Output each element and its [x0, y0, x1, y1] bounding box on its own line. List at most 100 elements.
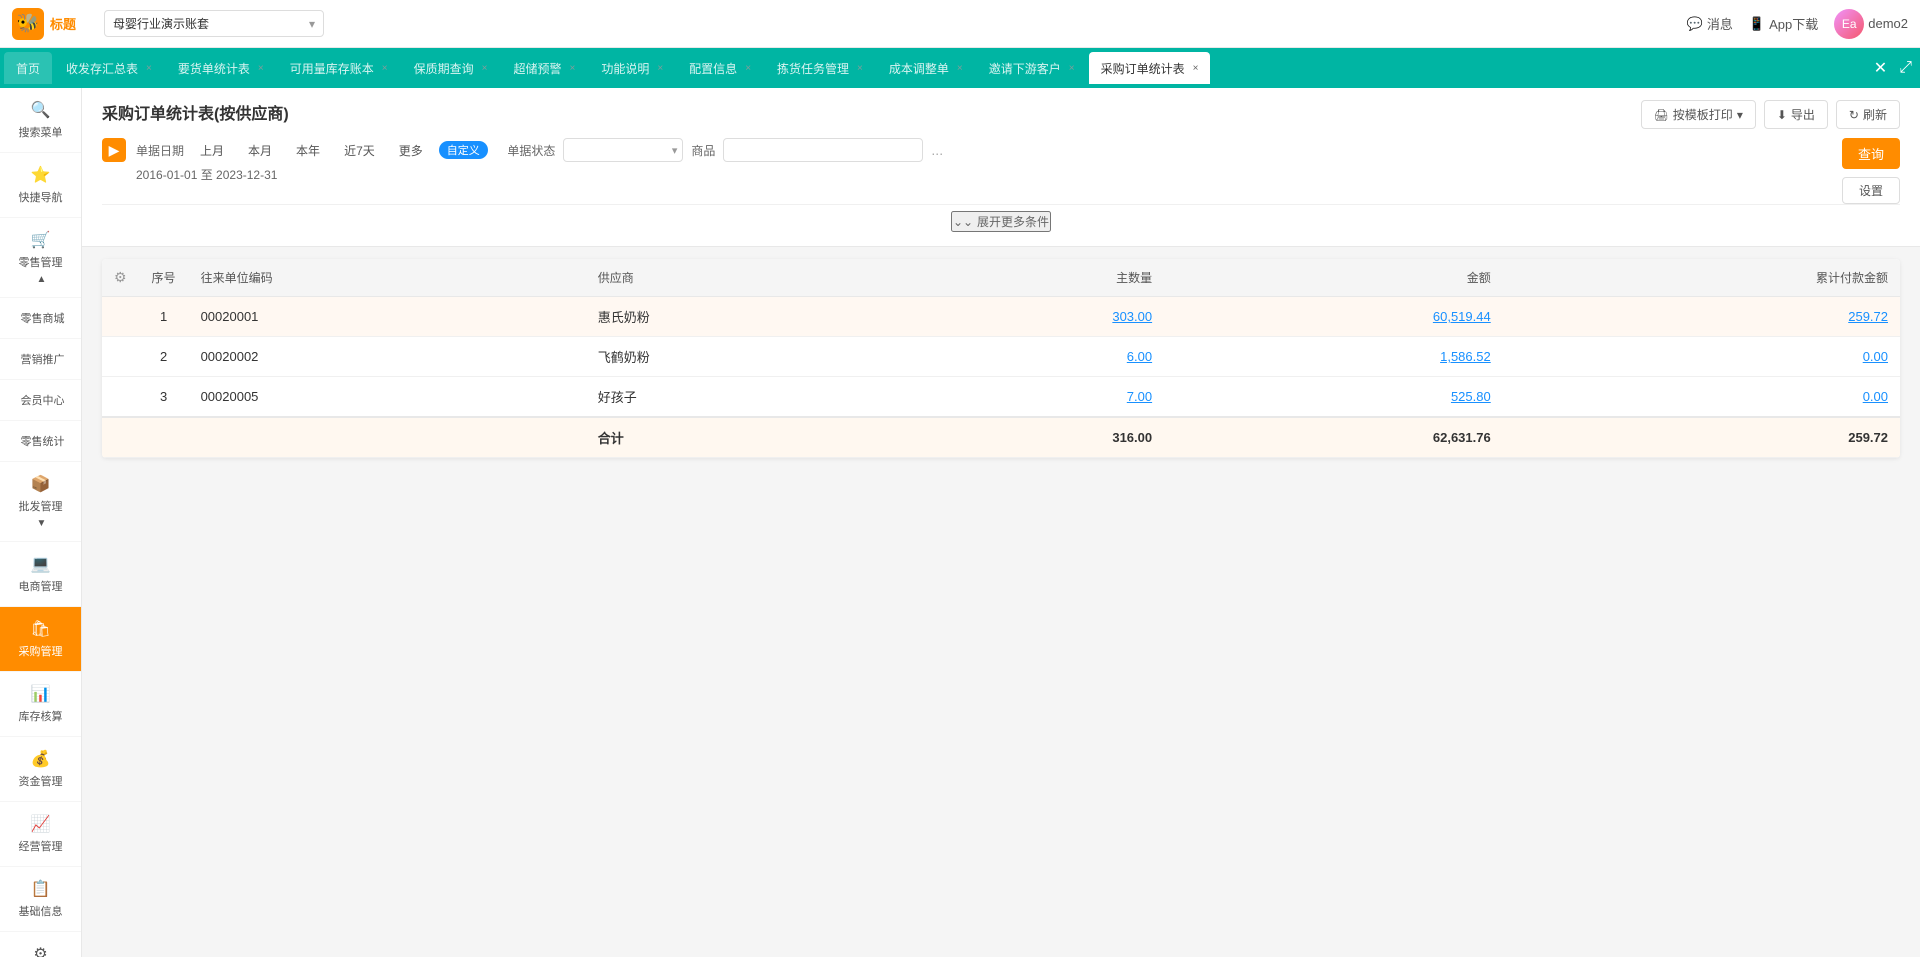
- tab-gongneng-label: 功能说明: [601, 60, 649, 77]
- sidebar-item-ecom[interactable]: 💻 电商管理: [0, 542, 81, 607]
- row1-supplier: 惠氏奶粉: [586, 297, 901, 337]
- tab-yaohuo-close[interactable]: ×: [258, 63, 264, 74]
- sidebar-item-member[interactable]: 会员中心: [0, 380, 81, 421]
- column-settings-icon[interactable]: ⚙: [114, 269, 127, 285]
- row3-paid[interactable]: 0.00: [1863, 389, 1888, 404]
- top-bar: 🐝 标题 母婴行业演示账套 ▾ 💬 消息 📱 App下载 Ea demo2: [0, 0, 1920, 48]
- expand-more-btn[interactable]: ⌄⌄ 展开更多条件: [951, 211, 1051, 232]
- sidebar-item-finance[interactable]: 💰 资金管理: [0, 737, 81, 802]
- row2-num: 2: [139, 337, 189, 377]
- app-download-btn[interactable]: 📱 App下载: [1749, 14, 1818, 33]
- tab-yaoqing-close[interactable]: ×: [1069, 63, 1075, 74]
- print-btn[interactable]: 🖨 按模板打印 ▾: [1641, 100, 1756, 129]
- row3-amount[interactable]: 525.80: [1451, 389, 1491, 404]
- finance-icon: 💰: [31, 749, 51, 769]
- goods-input[interactable]: [723, 138, 923, 162]
- tab-peizhi-close[interactable]: ×: [745, 63, 751, 74]
- goods-more-dots[interactable]: ...: [931, 142, 943, 158]
- export-btn[interactable]: ⬇ 导出: [1764, 100, 1828, 129]
- row2-amount[interactable]: 1,586.52: [1440, 349, 1491, 364]
- message-btn[interactable]: 💬 消息: [1687, 14, 1733, 33]
- workspace-selector[interactable]: 母婴行业演示账套 ▾: [104, 10, 324, 37]
- tab-kuyong-close[interactable]: ×: [382, 63, 388, 74]
- sidebar-item-operation[interactable]: 📈 经营管理: [0, 802, 81, 867]
- tab-home[interactable]: 首页: [4, 52, 52, 84]
- sidebar-item-retailstat[interactable]: 零售统计: [0, 421, 81, 462]
- expand-more-row: ⌄⌄ 展开更多条件: [102, 204, 1900, 238]
- tab-yaoqing[interactable]: 邀请下游客户 ×: [977, 52, 1087, 84]
- inventory-icon: 📊: [31, 684, 51, 704]
- sidebar-item-retailmall[interactable]: 零售商城: [0, 298, 81, 339]
- tab-gongneng[interactable]: 功能说明 ×: [589, 52, 675, 84]
- wholesale-icon: 📦: [31, 474, 51, 494]
- date-btn-7days[interactable]: 近7天: [336, 140, 383, 161]
- sidebar-item-search[interactable]: 🔍 搜索菜单: [0, 88, 81, 153]
- row3-qty[interactable]: 7.00: [1127, 389, 1152, 404]
- date-btn-more[interactable]: 更多: [391, 140, 431, 161]
- message-label: 消息: [1707, 14, 1733, 33]
- row1-qty[interactable]: 303.00: [1112, 309, 1152, 324]
- row1-paid[interactable]: 259.72: [1848, 309, 1888, 324]
- tab-chengben-close[interactable]: ×: [957, 63, 963, 74]
- table-row[interactable]: 3 00020005 好孩子 7.00 525.80 0.00: [102, 377, 1900, 418]
- user-area[interactable]: Ea demo2: [1834, 9, 1908, 39]
- custom-date-badge[interactable]: 自定义: [439, 141, 488, 159]
- sidebar-item-basic[interactable]: 📋 基础信息: [0, 867, 81, 932]
- sidebar-quicknav-label: 快捷导航: [19, 189, 63, 205]
- tab-chaochu-close[interactable]: ×: [569, 63, 575, 74]
- tab-chaochu[interactable]: 超储预警 ×: [501, 52, 587, 84]
- wholesale-arrow: ▼: [37, 518, 47, 529]
- wholesale-label: 批发管理: [19, 498, 63, 514]
- tab-baozhi[interactable]: 保质期查询 ×: [402, 52, 500, 84]
- status-select[interactable]: [563, 138, 683, 162]
- refresh-btn[interactable]: ↻ 刷新: [1836, 100, 1900, 129]
- retail-icon: 🛒: [31, 230, 51, 250]
- row2-paid[interactable]: 0.00: [1863, 349, 1888, 364]
- col-paid-header: 累计付款金额: [1503, 259, 1900, 297]
- tab-gongneng-close[interactable]: ×: [657, 63, 663, 74]
- basic-label: 基础信息: [19, 903, 63, 919]
- sidebar-item-retail[interactable]: 🛒 零售管理 ▲: [0, 218, 81, 298]
- footer-amount: 62,631.76: [1164, 417, 1503, 458]
- tab-baozhi-close[interactable]: ×: [482, 63, 488, 74]
- tab-yaoqing-label: 邀请下游客户: [989, 60, 1061, 77]
- tab-kuyong[interactable]: 可用量库存账本 ×: [278, 52, 400, 84]
- sidebar: 🔍 搜索菜单 ⭐ 快捷导航 🛒 零售管理 ▲ 零售商城 营销推广 会员中心 零售…: [0, 88, 82, 957]
- row2-qty[interactable]: 6.00: [1127, 349, 1152, 364]
- row3-num: 3: [139, 377, 189, 418]
- page-title: 采购订单统计表(按供应商): [102, 100, 289, 124]
- sidebar-item-marketing[interactable]: 营销推广: [0, 339, 81, 380]
- sidebar-item-system[interactable]: ⚙ 系统管理: [0, 932, 81, 957]
- retailstat-label: 零售统计: [21, 433, 65, 449]
- ecom-icon: 💻: [31, 554, 51, 574]
- nav-expand-btn[interactable]: ⤢: [1895, 54, 1916, 82]
- expand-label: 展开更多条件: [977, 213, 1049, 230]
- tab-jianhuo-close[interactable]: ×: [857, 63, 863, 74]
- sidebar-item-purchase[interactable]: 🛍 采购管理: [0, 607, 81, 672]
- query-btn[interactable]: 查询: [1842, 138, 1900, 169]
- sidebar-item-wholesale[interactable]: 📦 批发管理 ▼: [0, 462, 81, 542]
- settings-btn[interactable]: 设置: [1842, 177, 1900, 204]
- tab-peizhi[interactable]: 配置信息 ×: [677, 52, 763, 84]
- tab-shoufacun-close[interactable]: ×: [146, 63, 152, 74]
- nav-close-btn[interactable]: ✕: [1870, 54, 1891, 82]
- tab-jianhuo[interactable]: 拣货任务管理 ×: [765, 52, 875, 84]
- table-row[interactable]: 2 00020002 飞鹤奶粉 6.00 1,586.52 0.00: [102, 337, 1900, 377]
- sidebar-retail-label: 零售管理: [19, 254, 63, 270]
- row1-num: 1: [139, 297, 189, 337]
- table-row[interactable]: 1 00020001 惠氏奶粉 303.00 60,519.44 259.72: [102, 297, 1900, 337]
- date-btn-thisyear[interactable]: 本年: [288, 140, 328, 161]
- tab-yaohuo[interactable]: 要货单统计表 ×: [166, 52, 276, 84]
- tab-chengben[interactable]: 成本调整单 ×: [877, 52, 975, 84]
- date-btn-lastmonth[interactable]: 上月: [192, 140, 232, 161]
- tab-caigou[interactable]: 采购订单统计表 ×: [1089, 52, 1211, 84]
- tab-caigou-close[interactable]: ×: [1193, 63, 1199, 74]
- sidebar-item-quicknav[interactable]: ⭐ 快捷导航: [0, 153, 81, 218]
- filter-toggle-btn[interactable]: ▶: [102, 138, 126, 162]
- col-num-header: 序号: [139, 259, 189, 297]
- star-icon: ⭐: [31, 165, 51, 185]
- sidebar-item-inventory[interactable]: 📊 库存核算: [0, 672, 81, 737]
- date-btn-thismonth[interactable]: 本月: [240, 140, 280, 161]
- tab-shoufacun[interactable]: 收发存汇总表 ×: [54, 52, 164, 84]
- row1-amount[interactable]: 60,519.44: [1433, 309, 1491, 324]
